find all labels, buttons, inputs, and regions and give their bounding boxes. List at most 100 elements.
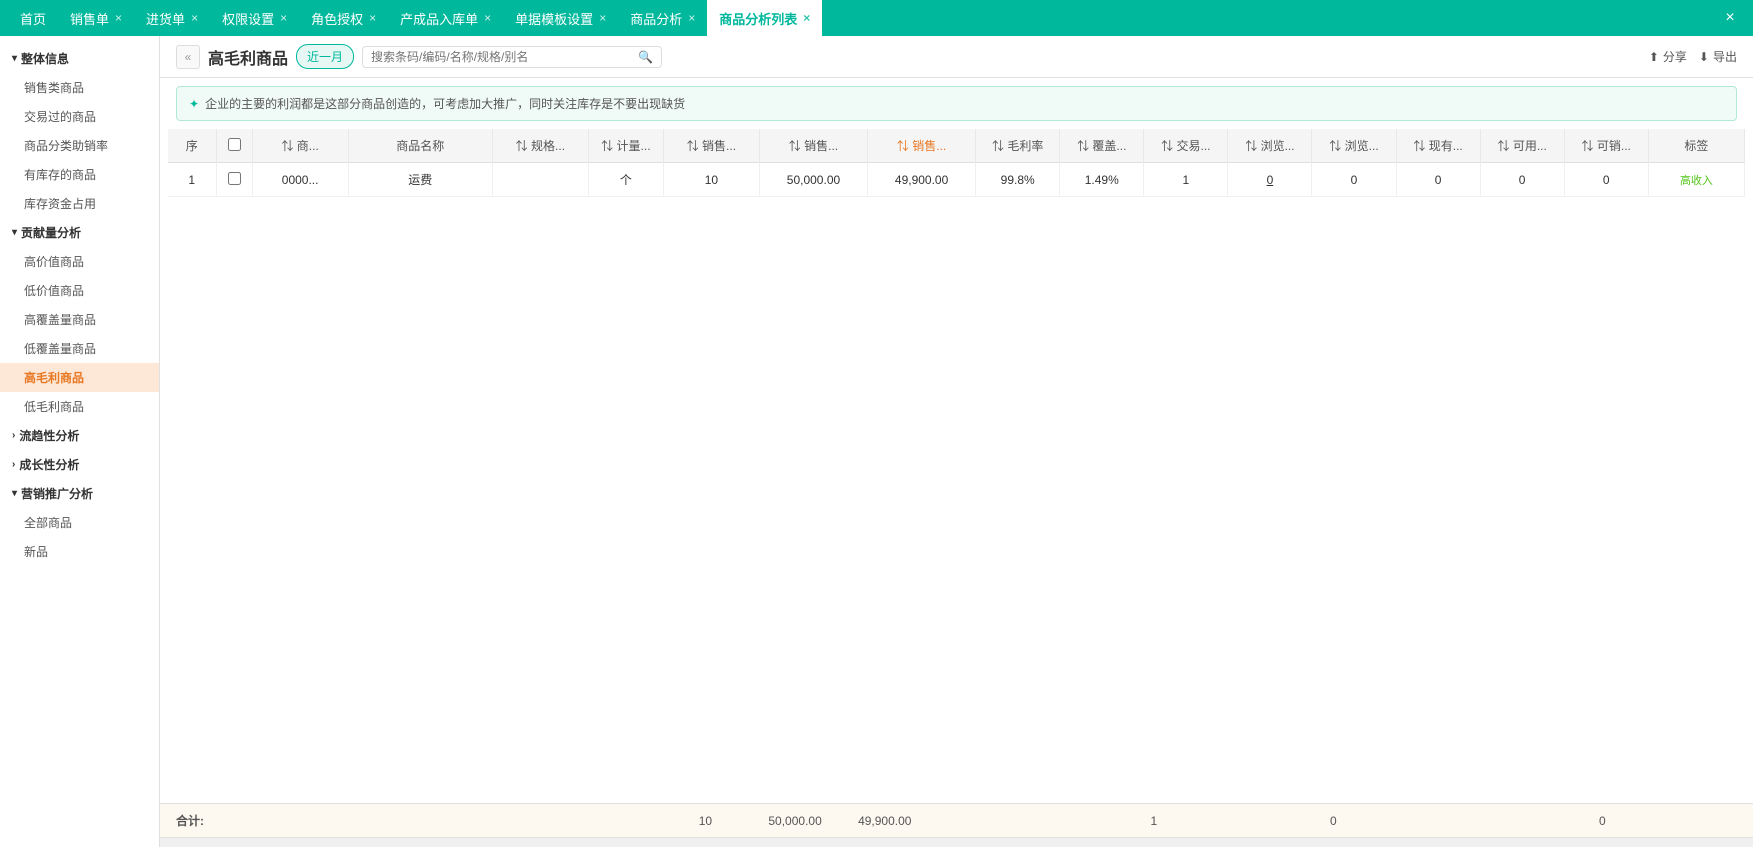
cell-sales-qty: 10	[663, 163, 759, 197]
export-button[interactable]: ⬇ 导出	[1699, 48, 1737, 65]
cell-unit: 个	[588, 163, 663, 197]
main-layout: ▾ 整体信息 销售类商品 交易过的商品 商品分类助销率 有库存的商品 库存资金占…	[0, 36, 1753, 847]
sidebar-item-high-coverage[interactable]: 高覆盖量商品	[0, 305, 159, 334]
footer-empty-8	[1199, 814, 1289, 828]
footer-empty-1	[212, 814, 302, 828]
footer-browse2: 0	[1288, 814, 1378, 828]
sidebar-item-traded-goods[interactable]: 交易过的商品	[0, 102, 159, 131]
sidebar-item-stock-capital[interactable]: 库存资金占用	[0, 189, 159, 218]
col-header-margin-rate[interactable]: ⇅ 毛利率	[976, 129, 1060, 163]
footer-sales-qty: 10	[661, 814, 751, 828]
nav-close-finished-goods[interactable]: ×	[484, 11, 491, 25]
browse1-link[interactable]: 0	[1267, 173, 1274, 187]
search-input[interactable]	[371, 50, 638, 64]
select-all-checkbox[interactable]	[228, 138, 241, 151]
sidebar-group-flow[interactable]: › 流趋性分析	[0, 421, 159, 450]
nav-close-permission-settings[interactable]: ×	[280, 11, 287, 25]
col-header-sales-amount[interactable]: ⇅ 销售...	[759, 129, 867, 163]
horizontal-scrollbar[interactable]	[160, 837, 1753, 847]
sidebar-item-new-goods[interactable]: 新品	[0, 537, 159, 566]
nav-home[interactable]: 首页	[8, 0, 58, 36]
col-header-avail[interactable]: ⇅ 可用...	[1480, 129, 1564, 163]
sidebar-group-overall-info[interactable]: ▾ 整体信息	[0, 44, 159, 73]
content-area: « 高毛利商品 近一月 🔍 ⬆ 分享 ⬇ 导出 ✦	[160, 36, 1753, 847]
footer-cells: 10 50,000.00 49,900.00 1 0 0	[212, 814, 1737, 828]
sidebar-item-high-margin[interactable]: 高毛利商品	[0, 363, 159, 392]
nav-sales-order[interactable]: 销售单 ×	[58, 0, 134, 36]
sidebar-item-low-margin[interactable]: 低毛利商品	[0, 392, 159, 421]
nav-finished-goods[interactable]: 产成品入库单 ×	[388, 0, 503, 36]
footer-empty-4	[481, 814, 571, 828]
page-title: 高毛利商品	[208, 45, 288, 69]
cell-browse1[interactable]: 0	[1228, 163, 1312, 197]
nav-close-doc-template[interactable]: ×	[599, 11, 606, 25]
nav-product-analysis[interactable]: 商品分析 ×	[618, 0, 707, 36]
col-header-tag[interactable]: 标签	[1648, 129, 1744, 163]
col-header-browse1[interactable]: ⇅ 浏览...	[1228, 129, 1312, 163]
nav-permission-settings[interactable]: 权限设置 ×	[210, 0, 299, 36]
cell-margin-rate: 99.8%	[976, 163, 1060, 197]
table-header-row: 序 ⇅ 商... 商品名称 ⇅ 规格...	[168, 129, 1745, 163]
sidebar-item-all-goods[interactable]: 全部商品	[0, 508, 159, 537]
row-checkbox[interactable]	[228, 172, 241, 185]
sidebar-group-contribution[interactable]: ▾ 贡献量分析	[0, 218, 159, 247]
col-header-name[interactable]: 商品名称	[348, 129, 492, 163]
col-header-stock[interactable]: ⇅ 现有...	[1396, 129, 1480, 163]
nav-close-product-analysis-list[interactable]: ×	[803, 11, 810, 25]
cell-sales-cost: 49,900.00	[868, 163, 976, 197]
sidebar-item-low-coverage[interactable]: 低覆盖量商品	[0, 334, 159, 363]
col-header-sales-qty[interactable]: ⇅ 销售...	[663, 129, 759, 163]
sidebar-item-low-value[interactable]: 低价值商品	[0, 276, 159, 305]
footer-trade: 1	[1109, 814, 1199, 828]
footer-label: 合计:	[176, 812, 204, 829]
search-box[interactable]: 🔍	[362, 46, 662, 68]
cell-checkbox[interactable]	[216, 163, 252, 197]
nav-close-role-auth[interactable]: ×	[369, 11, 376, 25]
cell-coverage: 1.49%	[1060, 163, 1144, 197]
window-close-button[interactable]: ×	[1715, 3, 1745, 33]
col-header-index[interactable]: 序	[168, 129, 216, 163]
nav-close-sales-order[interactable]: ×	[115, 11, 122, 25]
col-header-checkbox[interactable]	[216, 129, 252, 163]
arrow-icon-4: ›	[12, 459, 15, 470]
nav-role-auth[interactable]: 角色授权 ×	[299, 0, 388, 36]
sidebar: ▾ 整体信息 销售类商品 交易过的商品 商品分类助销率 有库存的商品 库存资金占…	[0, 36, 160, 847]
cell-code: 0000...	[252, 163, 348, 197]
nav-close-purchase-order[interactable]: ×	[191, 11, 198, 25]
cell-tag: 高收入	[1648, 163, 1744, 197]
sidebar-item-stocked-goods[interactable]: 有库存的商品	[0, 160, 159, 189]
arrow-icon-2: ▾	[12, 227, 17, 238]
info-icon: ✦	[189, 97, 199, 111]
arrow-icon-5: ▾	[12, 488, 17, 499]
nav-purchase-order[interactable]: 进货单 ×	[134, 0, 210, 36]
sidebar-item-sales-goods[interactable]: 销售类商品	[0, 73, 159, 102]
col-header-spec[interactable]: ⇅ 规格...	[492, 129, 588, 163]
nav-product-analysis-list[interactable]: 商品分析列表 ×	[707, 0, 822, 36]
col-header-sales-cost[interactable]: ⇅ 销售...	[868, 129, 976, 163]
time-filter-month[interactable]: 近一月	[296, 44, 354, 69]
cell-sellable: 0	[1564, 163, 1648, 197]
share-button[interactable]: ⬆ 分享	[1649, 48, 1687, 65]
footer-sellable: 0	[1558, 814, 1648, 828]
sidebar-group-marketing[interactable]: ▾ 营销推广分析	[0, 479, 159, 508]
sidebar-item-high-value[interactable]: 高价值商品	[0, 247, 159, 276]
footer-empty-10	[1468, 814, 1558, 828]
table-container[interactable]: 序 ⇅ 商... 商品名称 ⇅ 规格...	[160, 129, 1753, 803]
cell-sales-amount: 50,000.00	[759, 163, 867, 197]
product-table: 序 ⇅ 商... 商品名称 ⇅ 规格...	[168, 129, 1745, 197]
collapse-sidebar-button[interactable]: «	[176, 45, 200, 69]
col-header-unit[interactable]: ⇅ 计量...	[588, 129, 663, 163]
col-header-browse2[interactable]: ⇅ 浏览...	[1312, 129, 1396, 163]
cell-trade: 1	[1144, 163, 1228, 197]
search-icon[interactable]: 🔍	[638, 50, 653, 64]
cell-avail: 0	[1480, 163, 1564, 197]
sidebar-group-growth[interactable]: › 成长性分析	[0, 450, 159, 479]
col-header-code[interactable]: ⇅ 商...	[252, 129, 348, 163]
col-header-coverage[interactable]: ⇅ 覆盖...	[1060, 129, 1144, 163]
export-icon: ⬇	[1699, 50, 1709, 64]
nav-doc-template[interactable]: 单据模板设置 ×	[503, 0, 618, 36]
col-header-trade[interactable]: ⇅ 交易...	[1144, 129, 1228, 163]
nav-close-product-analysis[interactable]: ×	[688, 11, 695, 25]
sidebar-item-category-rate[interactable]: 商品分类助销率	[0, 131, 159, 160]
col-header-sellable[interactable]: ⇅ 可销...	[1564, 129, 1648, 163]
